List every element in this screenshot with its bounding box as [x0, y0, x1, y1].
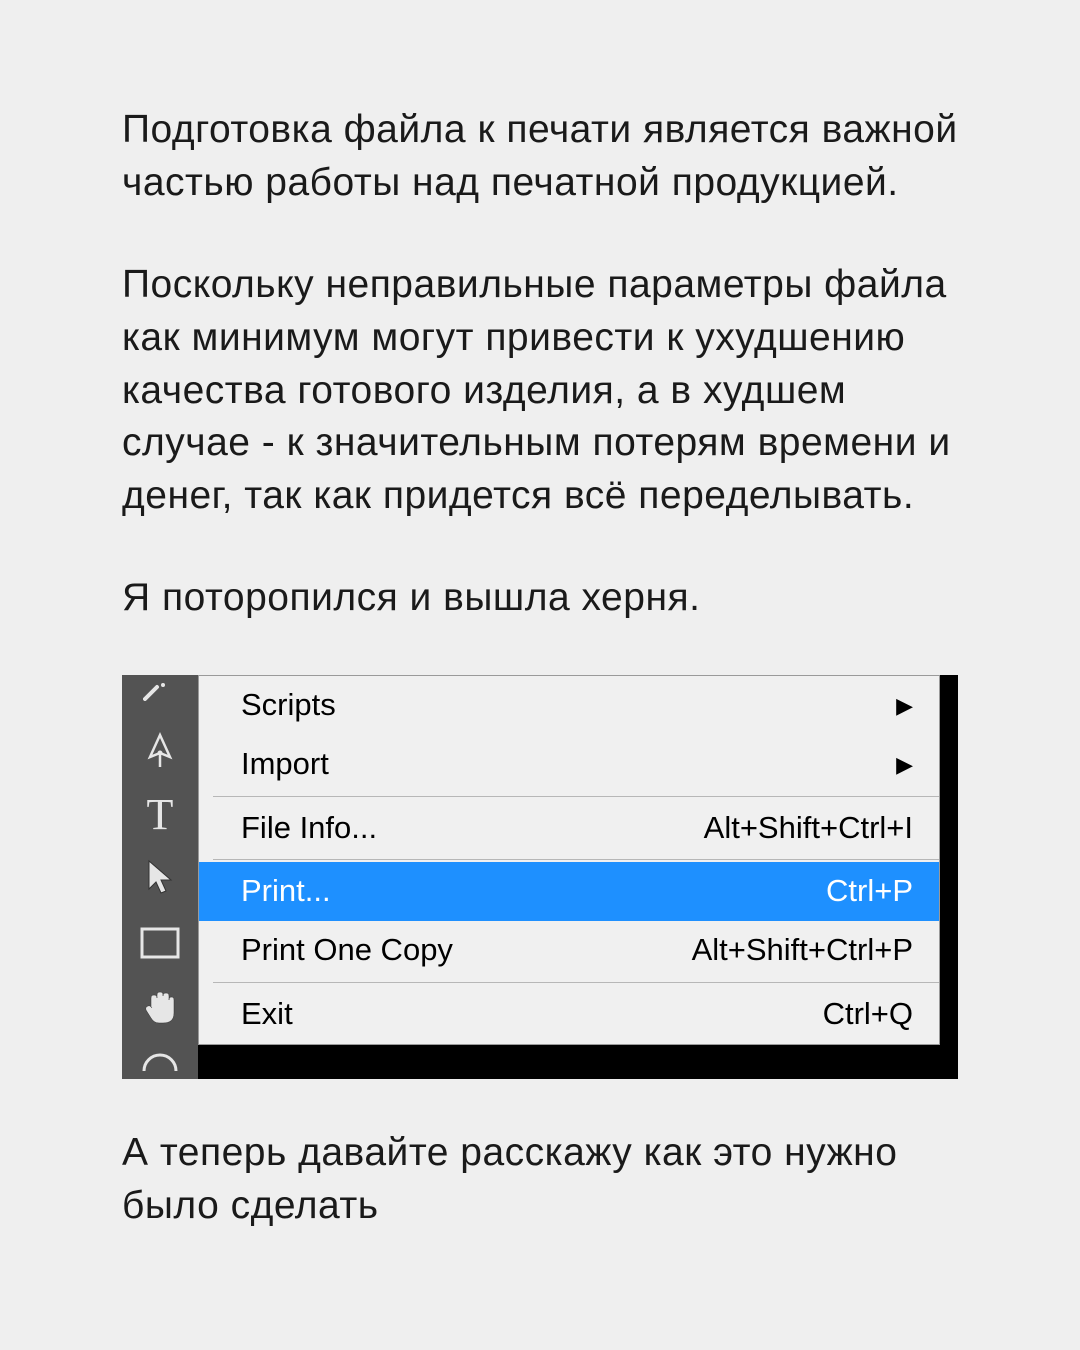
menu-item-print[interactable]: Print... Ctrl+P — [199, 862, 939, 921]
menu-shortcut: Alt+Shift+Ctrl+I — [704, 809, 913, 848]
menu-item-exit[interactable]: Exit Ctrl+Q — [199, 985, 939, 1044]
menu-item-import[interactable]: Import ▶ — [199, 735, 939, 794]
embedded-screenshot: T Scripts ▶ Import — [122, 675, 958, 1079]
magnifier-icon[interactable] — [130, 681, 190, 717]
context-menu: Scripts ▶ Import ▶ File Info... Alt+Shif… — [198, 675, 940, 1045]
type-icon[interactable]: T — [130, 785, 190, 845]
hand-icon[interactable] — [130, 977, 190, 1037]
chevron-right-icon: ▶ — [896, 751, 913, 779]
rectangle-icon[interactable] — [130, 913, 190, 973]
menu-label: Exit — [241, 995, 293, 1034]
menu-item-scripts[interactable]: Scripts ▶ — [199, 676, 939, 735]
menu-separator — [213, 982, 939, 983]
menu-separator — [213, 796, 939, 797]
menu-item-print-one-copy[interactable]: Print One Copy Alt+Shift+Ctrl+P — [199, 921, 939, 980]
toolbar: T — [122, 675, 198, 1079]
paragraph-2: Поскольку неправильные параметры файла к… — [122, 259, 958, 522]
paragraph-3: Я поторопился и вышла херня. — [122, 572, 958, 625]
cursor-icon[interactable] — [130, 849, 190, 909]
paragraph-1: Подготовка файла к печати является важно… — [122, 104, 958, 209]
menu-item-file-info[interactable]: File Info... Alt+Shift+Ctrl+I — [199, 799, 939, 858]
paragraph-4: А теперь давайте расскажу как это нужно … — [122, 1127, 958, 1232]
menu-separator — [213, 859, 939, 860]
page: Подготовка файла к печати является важно… — [0, 0, 1080, 1232]
menu-shortcut: Alt+Shift+Ctrl+P — [692, 931, 913, 970]
menu-shortcut: Ctrl+Q — [823, 995, 913, 1034]
menu-label: File Info... — [241, 809, 377, 848]
ellipse-icon[interactable] — [130, 1041, 190, 1071]
menu-shortcut: Ctrl+P — [826, 872, 913, 911]
menu-label: Print... — [241, 872, 331, 911]
context-menu-container: Scripts ▶ Import ▶ File Info... Alt+Shif… — [198, 675, 958, 1079]
pen-icon[interactable] — [130, 721, 190, 781]
menu-label: Import — [241, 745, 329, 784]
chevron-right-icon: ▶ — [896, 692, 913, 720]
menu-label: Print One Copy — [241, 931, 453, 970]
menu-label: Scripts — [241, 686, 336, 725]
